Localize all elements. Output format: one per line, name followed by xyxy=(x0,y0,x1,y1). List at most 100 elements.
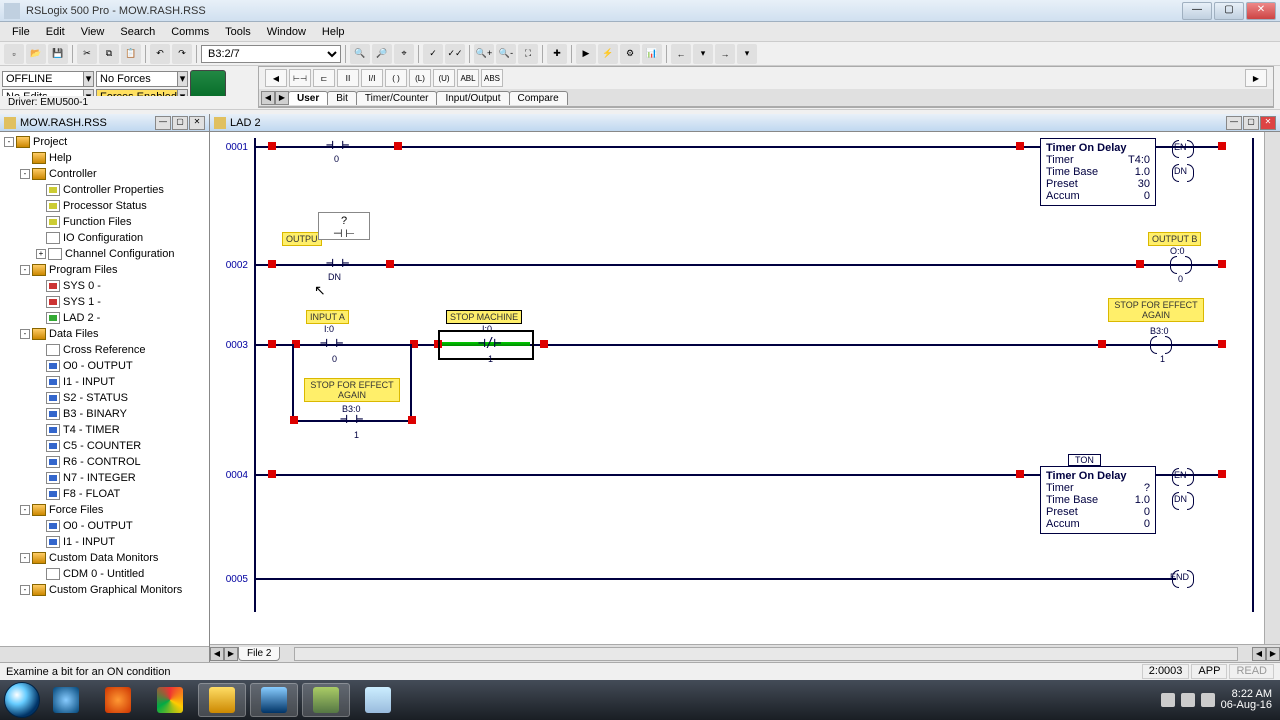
filetab-right[interactable]: ▶ xyxy=(224,647,238,661)
tray-clock[interactable]: 8:22 AM 06-Aug-16 xyxy=(1221,689,1272,711)
tree-sys1[interactable]: SYS 1 - xyxy=(63,296,101,308)
rung-number[interactable]: 0004 xyxy=(216,470,248,481)
tree-n7[interactable]: N7 - INTEGER xyxy=(63,472,136,484)
tree-force-o0[interactable]: O0 - OUTPUT xyxy=(63,520,133,532)
ladder-canvas[interactable]: 0001 ⊣ ⊢ 0 Timer On Delay TimerT4:0 Time… xyxy=(210,132,1280,644)
tree-channel-config[interactable]: Channel Configuration xyxy=(65,248,174,260)
goto-button[interactable]: ⌖ xyxy=(394,44,414,64)
tree-hscroll[interactable] xyxy=(0,646,209,662)
undo-button[interactable]: ↶ xyxy=(150,44,170,64)
menu-help[interactable]: Help xyxy=(314,24,353,40)
tree-o0[interactable]: O0 - OUTPUT xyxy=(63,360,133,372)
xic-icon[interactable]: ⅠⅠ xyxy=(337,69,359,87)
histogram-button[interactable]: 📊 xyxy=(642,44,662,64)
tree-lad2[interactable]: LAD 2 - xyxy=(63,312,100,324)
tabs-scroll-left[interactable]: ◀ xyxy=(261,91,275,105)
tab-bit[interactable]: Bit xyxy=(327,91,357,105)
tree-xref[interactable]: Cross Reference xyxy=(63,344,146,356)
tree-force-i1[interactable]: I1 - INPUT xyxy=(63,536,115,548)
tray-network-icon[interactable] xyxy=(1181,693,1195,707)
contact-xic-stop-branch[interactable]: ⊣ ⊢ xyxy=(340,412,363,427)
tree-cgm[interactable]: Custom Graphical Monitors xyxy=(49,584,182,596)
back-dd-button[interactable]: ▾ xyxy=(693,44,713,64)
tree-function-files[interactable]: Function Files xyxy=(63,216,131,228)
forces-button[interactable]: ⚙ xyxy=(620,44,640,64)
rung-number[interactable]: 0002 xyxy=(216,260,248,271)
palette-right-arrow[interactable]: ▶ xyxy=(1245,69,1267,87)
ladder-close-button[interactable]: ✕ xyxy=(1260,116,1276,130)
ladder-max-button[interactable]: ▢ xyxy=(1243,116,1259,130)
tab-timer-counter[interactable]: Timer/Counter xyxy=(356,91,438,105)
zoom-out-button[interactable]: 🔍- xyxy=(496,44,516,64)
hscroll-left[interactable]: ◀ xyxy=(1252,647,1266,661)
taskbar-firefox[interactable] xyxy=(94,683,142,717)
cut-button[interactable]: ✂ xyxy=(77,44,97,64)
copy-button[interactable]: ⧉ xyxy=(99,44,119,64)
taskbar-ie[interactable] xyxy=(42,683,90,717)
tree-cdm[interactable]: Custom Data Monitors xyxy=(49,552,158,564)
tree-project[interactable]: Project xyxy=(33,136,67,148)
new-button[interactable]: ▫ xyxy=(4,44,24,64)
rung-number[interactable]: 0005 xyxy=(216,574,248,585)
tree-t4[interactable]: T4 - TIMER xyxy=(63,424,120,436)
taskbar-chrome[interactable] xyxy=(146,683,194,717)
start-button[interactable] xyxy=(4,682,40,718)
ladder-vscroll[interactable] xyxy=(1264,132,1280,644)
redo-button[interactable]: ↷ xyxy=(172,44,192,64)
tree-c5[interactable]: C5 - COUNTER xyxy=(63,440,141,452)
fwd-button[interactable]: → xyxy=(715,44,735,64)
menu-view[interactable]: View xyxy=(73,24,113,40)
tree-controller[interactable]: Controller xyxy=(49,168,97,180)
menu-tools[interactable]: Tools xyxy=(217,24,259,40)
tree-i1[interactable]: I1 - INPUT xyxy=(63,376,115,388)
menu-comms[interactable]: Comms xyxy=(163,24,217,40)
rung-icon[interactable]: ⊢⊣ xyxy=(289,69,311,87)
contact-xic-input-a[interactable]: ⊣ ⊢ xyxy=(320,336,343,351)
tree-close-button[interactable]: ✕ xyxy=(189,116,205,130)
branch-icon[interactable]: ⊏ xyxy=(313,69,335,87)
tab-input-output[interactable]: Input/Output xyxy=(436,91,509,105)
verify-project-button[interactable]: ✓✓ xyxy=(445,44,465,64)
menu-file[interactable]: File xyxy=(4,24,38,40)
open-button[interactable]: 📂 xyxy=(26,44,46,64)
taskbar-emulator[interactable] xyxy=(250,683,298,717)
window-close-button[interactable]: ✕ xyxy=(1246,2,1276,20)
paste-button[interactable]: 📋 xyxy=(121,44,141,64)
ladder-min-button[interactable]: — xyxy=(1226,116,1242,130)
ton-instruction-2[interactable]: Timer On Delay Timer? Time Base1.0 Prese… xyxy=(1040,466,1156,534)
otl-icon[interactable]: (L) xyxy=(409,69,431,87)
ton-instruction-1[interactable]: Timer On Delay TimerT4:0 Time Base1.0 Pr… xyxy=(1040,138,1156,206)
rung-number[interactable]: 0001 xyxy=(216,142,248,153)
tree-help[interactable]: Help xyxy=(49,152,72,164)
tab-user[interactable]: User xyxy=(288,91,328,105)
tree-controller-props[interactable]: Controller Properties xyxy=(63,184,164,196)
tree-max-button[interactable]: ▢ xyxy=(172,116,188,130)
zoom-in-button[interactable]: 🔍+ xyxy=(474,44,494,64)
tree-data-files[interactable]: Data Files xyxy=(49,328,99,340)
taskbar-rslinx[interactable] xyxy=(198,683,246,717)
new-rung-button[interactable]: ✚ xyxy=(547,44,567,64)
palette-left-arrow[interactable]: ◀ xyxy=(265,69,287,87)
menu-search[interactable]: Search xyxy=(112,24,163,40)
tree-io-config[interactable]: IO Configuration xyxy=(63,232,143,244)
tree-b3[interactable]: B3 - BINARY xyxy=(63,408,127,420)
forces-status[interactable]: No Forces▾ xyxy=(96,71,188,87)
contact-xio-stop[interactable]: ⊣/⊢ xyxy=(478,336,501,351)
filetab-left[interactable]: ◀ xyxy=(210,647,224,661)
tree-min-button[interactable]: — xyxy=(155,116,171,130)
tree-s2[interactable]: S2 - STATUS xyxy=(63,392,128,404)
tree-program-files[interactable]: Program Files xyxy=(49,264,117,276)
fwd-dd-button[interactable]: ▾ xyxy=(737,44,757,64)
tray-volume-icon[interactable] xyxy=(1201,693,1215,707)
run-button[interactable]: ▶ xyxy=(576,44,596,64)
tree-sys0[interactable]: SYS 0 - xyxy=(63,280,101,292)
xio-icon[interactable]: Ⅰ/Ⅰ xyxy=(361,69,383,87)
address-combo[interactable]: B3:2/7 xyxy=(201,45,341,63)
mode-status[interactable]: OFFLINE▾ xyxy=(2,71,94,87)
ladder-hscroll[interactable] xyxy=(294,647,1238,661)
contact-xic[interactable]: ⊣ ⊢ xyxy=(326,256,349,271)
tree-f8[interactable]: F8 - FLOAT xyxy=(63,488,120,500)
ote-icon[interactable]: ( ) xyxy=(385,69,407,87)
output-coil-stop[interactable] xyxy=(1150,336,1172,352)
find-next-button[interactable]: 🔎 xyxy=(372,44,392,64)
